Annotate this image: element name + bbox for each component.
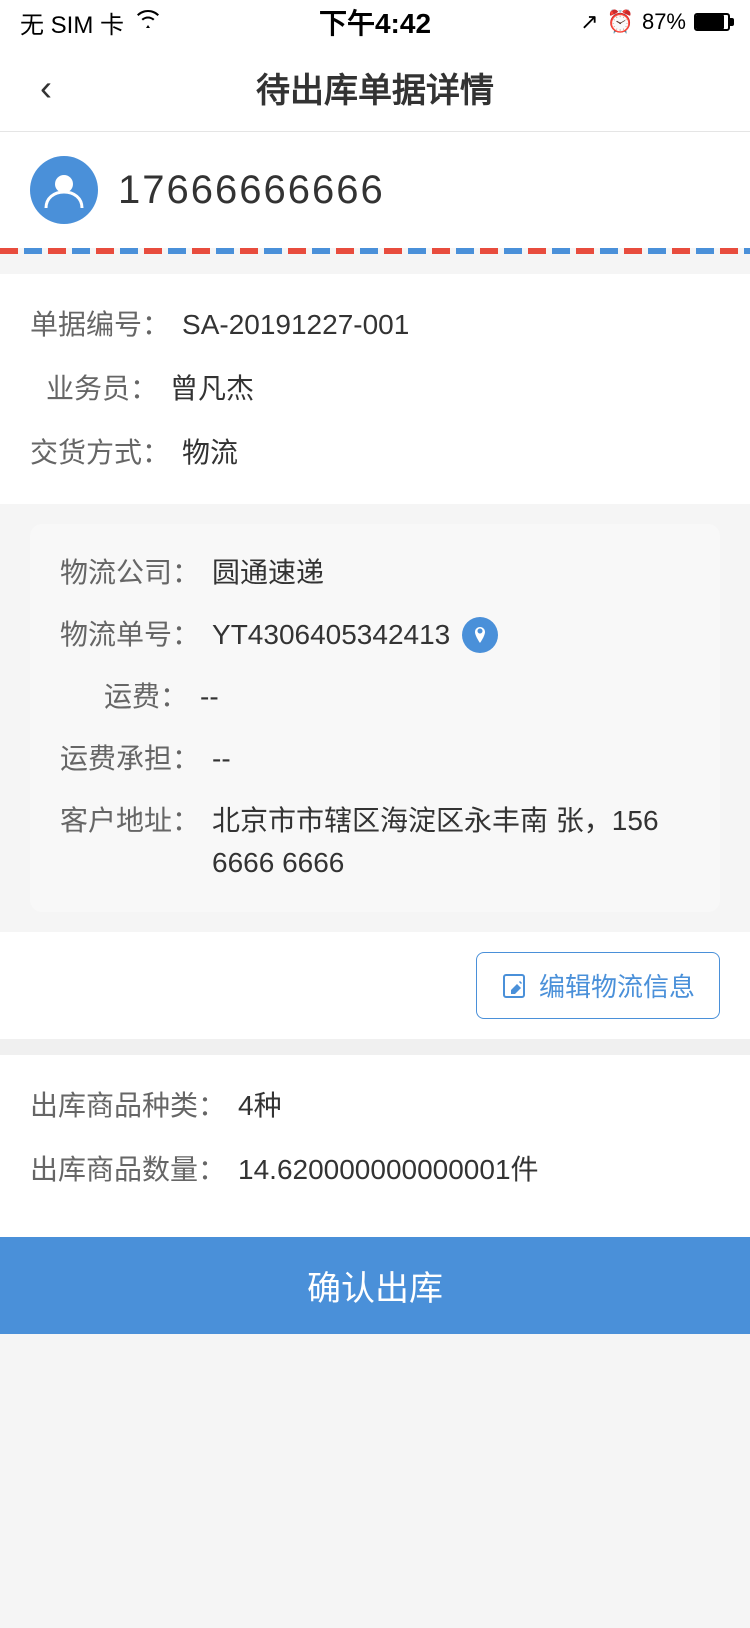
page-title: 待出库单据详情 <box>256 63 494 112</box>
goods-category-row: 出库商品种类： 4种 <box>30 1085 720 1127</box>
status-time: 下午4:42 <box>319 2 431 42</box>
user-section: 17666666666 <box>0 132 750 248</box>
delivery-method-label: 交货方式： <box>30 432 182 474</box>
logistics-address-value: 北京市市辖区海淀区永丰南 张，156 6666 6666 <box>212 800 690 884</box>
carrier-text: 无 SIM 卡 <box>20 5 124 40</box>
dashed-separator <box>0 248 750 254</box>
logistics-company-label: 物流公司： <box>60 552 212 594</box>
section-divider <box>0 1039 750 1055</box>
goods-quantity-value: 14.620000000000001件 <box>238 1149 720 1191</box>
logistics-freight-label: 运费： <box>60 676 200 718</box>
logistics-freight-value: -- <box>200 676 690 718</box>
confirm-btn-container: 确认出库 <box>0 1237 750 1334</box>
edit-logistics-button[interactable]: 编辑物流信息 <box>476 952 720 1019</box>
wifi-icon <box>134 8 162 36</box>
logistics-address-row: 客户地址： 北京市市辖区海淀区永丰南 张，156 6666 6666 <box>60 800 690 884</box>
doc-number-value: SA-20191227-001 <box>182 304 720 346</box>
battery-icon <box>694 13 730 31</box>
tracking-location-icon[interactable] <box>462 617 498 653</box>
nav-bar: ‹ 待出库单据详情 <box>0 44 750 132</box>
goods-category-label: 出库商品种类： <box>30 1085 238 1127</box>
logistics-tracking-value: YT4306405342413 <box>212 614 690 656</box>
delivery-method-row: 交货方式： 物流 <box>30 432 720 474</box>
logistics-freight-bearer-value: -- <box>212 738 690 780</box>
confirm-button[interactable]: 确认出库 <box>0 1261 750 1310</box>
edit-logistics-label: 编辑物流信息 <box>539 967 695 1004</box>
logistics-tracking-row: 物流单号： YT4306405342413 <box>60 614 690 656</box>
sales-person-value: 曾凡杰 <box>170 368 720 410</box>
logistics-tracking-label: 物流单号： <box>60 614 212 656</box>
battery-percent: 87% <box>642 9 686 35</box>
document-info-section: 单据编号： SA-20191227-001 业务员： 曾凡杰 交货方式： 物流 <box>0 274 750 504</box>
status-bar: 无 SIM 卡 下午4:42 ↗ ⏰ 87% <box>0 0 750 44</box>
user-phone: 17666666666 <box>118 168 385 213</box>
sales-person-label: 业务员： <box>30 368 170 410</box>
logistics-freight-row: 运费： -- <box>60 676 690 718</box>
edit-icon <box>501 972 529 1000</box>
goods-quantity-row: 出库商品数量： 14.620000000000001件 <box>30 1149 720 1191</box>
logistics-freight-bearer-row: 运费承担： -- <box>60 738 690 780</box>
logistics-freight-bearer-label: 运费承担： <box>60 738 212 780</box>
doc-number-row: 单据编号： SA-20191227-001 <box>30 304 720 346</box>
back-button[interactable]: ‹ <box>30 57 62 119</box>
user-avatar <box>30 156 98 224</box>
logistics-address-label: 客户地址： <box>60 800 212 842</box>
status-left: 无 SIM 卡 <box>20 5 162 40</box>
goods-quantity-label: 出库商品数量： <box>30 1149 238 1191</box>
doc-number-label: 单据编号： <box>30 304 182 346</box>
edit-logistics-container: 编辑物流信息 <box>0 932 750 1039</box>
delivery-method-value: 物流 <box>182 432 720 474</box>
logistics-card: 物流公司： 圆通速递 物流单号： YT4306405342413 运费： -- … <box>30 524 720 912</box>
status-right: ↗ ⏰ 87% <box>580 9 730 35</box>
goods-category-value: 4种 <box>238 1085 720 1127</box>
sales-person-row: 业务员： 曾凡杰 <box>30 368 720 410</box>
bottom-spacer <box>0 1328 750 1528</box>
location-icon: ↗ <box>580 9 598 35</box>
logistics-company-row: 物流公司： 圆通速递 <box>60 552 690 594</box>
goods-section: 出库商品种类： 4种 出库商品数量： 14.620000000000001件 <box>0 1055 750 1221</box>
alarm-icon: ⏰ <box>607 9 634 35</box>
logistics-company-value: 圆通速递 <box>212 552 690 594</box>
